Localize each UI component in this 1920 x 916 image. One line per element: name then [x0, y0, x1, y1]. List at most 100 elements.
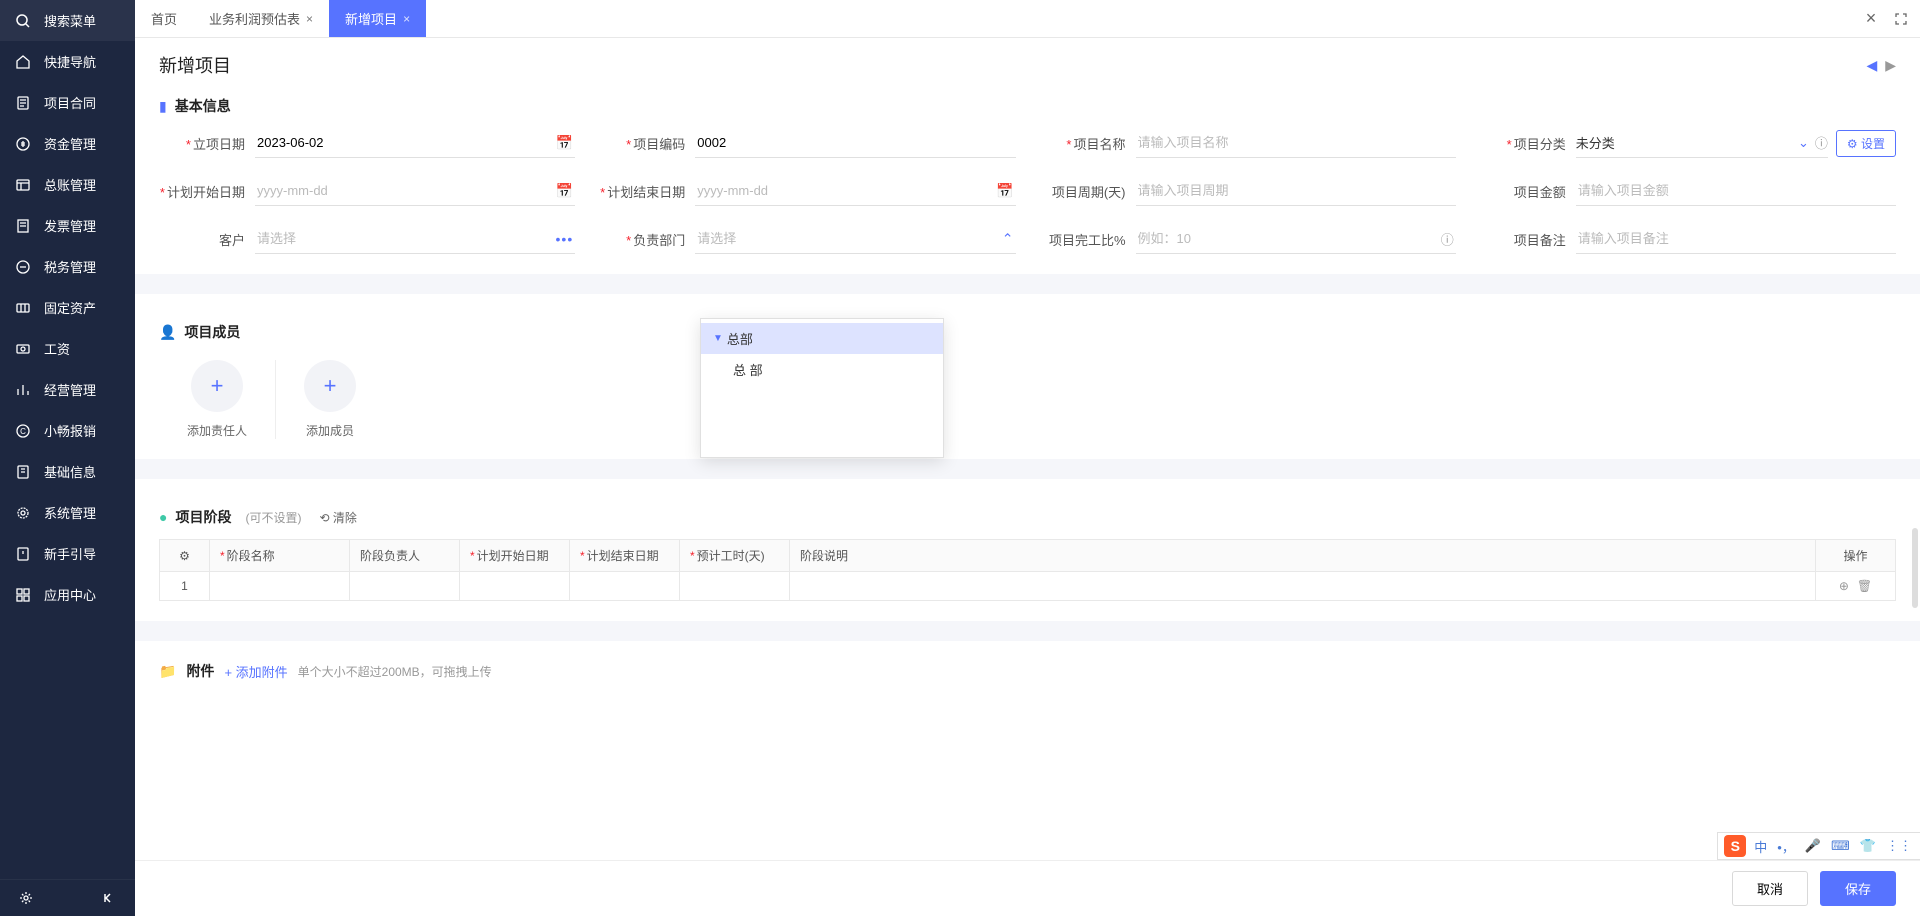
tab-profit-forecast[interactable]: 业务利润预估表 ×: [193, 0, 329, 37]
scrollbar[interactable]: [1912, 528, 1918, 608]
fullscreen-icon[interactable]: [1890, 8, 1912, 30]
category-select[interactable]: 未分类 ⌄ ⓘ: [1576, 128, 1828, 158]
sidebar-item-asset[interactable]: 固定资产: [0, 287, 135, 328]
tab-home[interactable]: 首页: [135, 0, 193, 37]
sidebar-item-label: 新手引导: [44, 544, 96, 563]
calendar-icon[interactable]: 📅: [556, 183, 573, 200]
sidebar-item-system[interactable]: 系统管理: [0, 492, 135, 533]
add-row-icon[interactable]: ⊕: [1839, 579, 1849, 593]
sidebar-item-label: 快捷导航: [44, 52, 96, 71]
ime-logo[interactable]: S: [1724, 835, 1746, 857]
clear-button[interactable]: ⟲ 清除: [319, 509, 356, 526]
plan-end-input[interactable]: [695, 176, 1015, 206]
sidebar-item-label: 经营管理: [44, 380, 96, 399]
add-member-card: + 添加成员: [275, 360, 384, 439]
guide-icon: [14, 545, 32, 563]
section-subtitle: (可不设置): [245, 509, 301, 526]
close-all-icon[interactable]: ×: [1860, 8, 1882, 30]
sidebar-item-ledger[interactable]: 总账管理: [0, 164, 135, 205]
add-attachment-button[interactable]: + 添加附件: [224, 662, 287, 681]
phase-table: ⚙ *阶段名称 阶段负责人 *计划开始日期 *计划结束日期 *预计工时(天) 阶…: [159, 539, 1896, 601]
apps-icon: [14, 586, 32, 604]
table-row[interactable]: 1 ⊕ 🗑: [160, 572, 1896, 601]
cell-hours[interactable]: [680, 572, 790, 601]
name-input[interactable]: [1136, 128, 1456, 158]
amount-input[interactable]: [1576, 176, 1896, 206]
add-leader-label: 添加责任人: [187, 422, 247, 439]
cell-end[interactable]: [570, 572, 680, 601]
complete-pct-input[interactable]: [1136, 224, 1456, 254]
sidebar-item-fund[interactable]: 资金管理: [0, 123, 135, 164]
sidebar-item-salary[interactable]: 工资: [0, 328, 135, 369]
sidebar-item-info[interactable]: 基础信息: [0, 451, 135, 492]
sidebar-item-apps[interactable]: 应用中心: [0, 574, 135, 615]
dropdown-item-child[interactable]: 总 部: [701, 354, 943, 385]
plan-start-input[interactable]: [255, 176, 575, 206]
ime-skin-icon[interactable]: 👕: [1858, 838, 1878, 854]
sidebar-item-biz[interactable]: 经营管理: [0, 369, 135, 410]
period-input[interactable]: [1136, 176, 1456, 206]
settings-button[interactable]: ⚙ 设置: [1836, 130, 1896, 157]
more-icon[interactable]: •••: [556, 231, 574, 247]
cell-desc[interactable]: [790, 572, 1816, 601]
cell-name[interactable]: [210, 572, 350, 601]
gear-icon[interactable]: [18, 890, 34, 906]
sidebar-item-invoice[interactable]: 发票管理: [0, 205, 135, 246]
ime-punct[interactable]: •，: [1775, 837, 1797, 856]
help-icon[interactable]: ⓘ: [1815, 133, 1828, 152]
ime-lang[interactable]: 中: [1752, 837, 1769, 856]
tab-label: 新增项目: [345, 9, 397, 28]
sidebar-item-project-contract[interactable]: 项目合同: [0, 82, 135, 123]
ledger-icon: [14, 176, 32, 194]
attachment-hint: 单个大小不超过200MB，可拖拽上传: [298, 663, 492, 680]
sidebar-item-quick-nav[interactable]: 快捷导航: [0, 41, 135, 82]
sidebar-item-expense[interactable]: C 小畅报销: [0, 410, 135, 451]
ime-toolbar[interactable]: S 中 •， 🎤 ⌨ 👕 ⋮⋮: [1717, 832, 1920, 860]
tax-icon: [14, 258, 32, 276]
code-input[interactable]: [695, 128, 1015, 158]
caret-down-icon: ▼: [713, 333, 723, 344]
customer-select[interactable]: [255, 224, 575, 254]
sidebar-search[interactable]: 搜索菜单: [0, 0, 135, 41]
help-icon[interactable]: ⓘ: [1441, 230, 1454, 249]
calendar-icon[interactable]: 📅: [996, 183, 1013, 200]
dropdown-item-root[interactable]: ▼ 总部: [701, 323, 943, 354]
dept-select[interactable]: [695, 224, 1015, 254]
sidebar-item-guide[interactable]: 新手引导: [0, 533, 135, 574]
page-header: 新增项目 ◀ ▶: [135, 38, 1920, 88]
next-arrow-icon[interactable]: ▶: [1885, 57, 1896, 74]
ime-mic-icon[interactable]: 🎤: [1803, 838, 1823, 854]
sidebar-item-tax[interactable]: 税务管理: [0, 246, 135, 287]
cancel-button[interactable]: 取消: [1732, 871, 1808, 906]
save-button[interactable]: 保存: [1820, 871, 1896, 906]
home-icon: [14, 53, 32, 71]
ime-keyboard-icon[interactable]: ⌨: [1829, 838, 1852, 854]
calendar-icon[interactable]: 📅: [556, 135, 573, 152]
collapse-icon[interactable]: [101, 890, 117, 906]
add-member-button[interactable]: +: [304, 360, 356, 412]
col-owner: 阶段负责人: [350, 540, 460, 572]
col-action: 操作: [1816, 540, 1896, 572]
section-title: 项目成员: [184, 322, 240, 342]
close-icon[interactable]: ×: [403, 12, 410, 26]
field-plan-start: *计划开始日期 📅: [159, 176, 575, 206]
tab-new-project[interactable]: 新增项目 ×: [329, 0, 426, 37]
prev-arrow-icon[interactable]: ◀: [1866, 57, 1877, 74]
main: 首页 业务利润预估表 × 新增项目 × × 新增项目 ◀ ▶: [135, 0, 1920, 916]
add-leader-button[interactable]: +: [191, 360, 243, 412]
col-start: *计划开始日期: [460, 540, 570, 572]
gear-icon: ⚙: [179, 549, 190, 563]
section-title: 项目阶段: [175, 507, 231, 527]
col-gear[interactable]: ⚙: [160, 540, 210, 572]
remark-input[interactable]: [1576, 224, 1896, 254]
chevron-up-icon[interactable]: ⌃: [1002, 231, 1014, 248]
asset-icon: [14, 299, 32, 317]
close-icon[interactable]: ×: [306, 12, 313, 26]
section-attachments: 📁 附件 + 添加附件 单个大小不超过200MB，可拖拽上传: [159, 661, 1896, 681]
ime-menu-icon[interactable]: ⋮⋮: [1884, 838, 1914, 854]
sidebar-item-label: 工资: [44, 339, 70, 358]
delete-row-icon[interactable]: 🗑: [1857, 579, 1872, 593]
cell-start[interactable]: [460, 572, 570, 601]
cell-owner[interactable]: [350, 572, 460, 601]
create-date-input[interactable]: [255, 128, 575, 158]
